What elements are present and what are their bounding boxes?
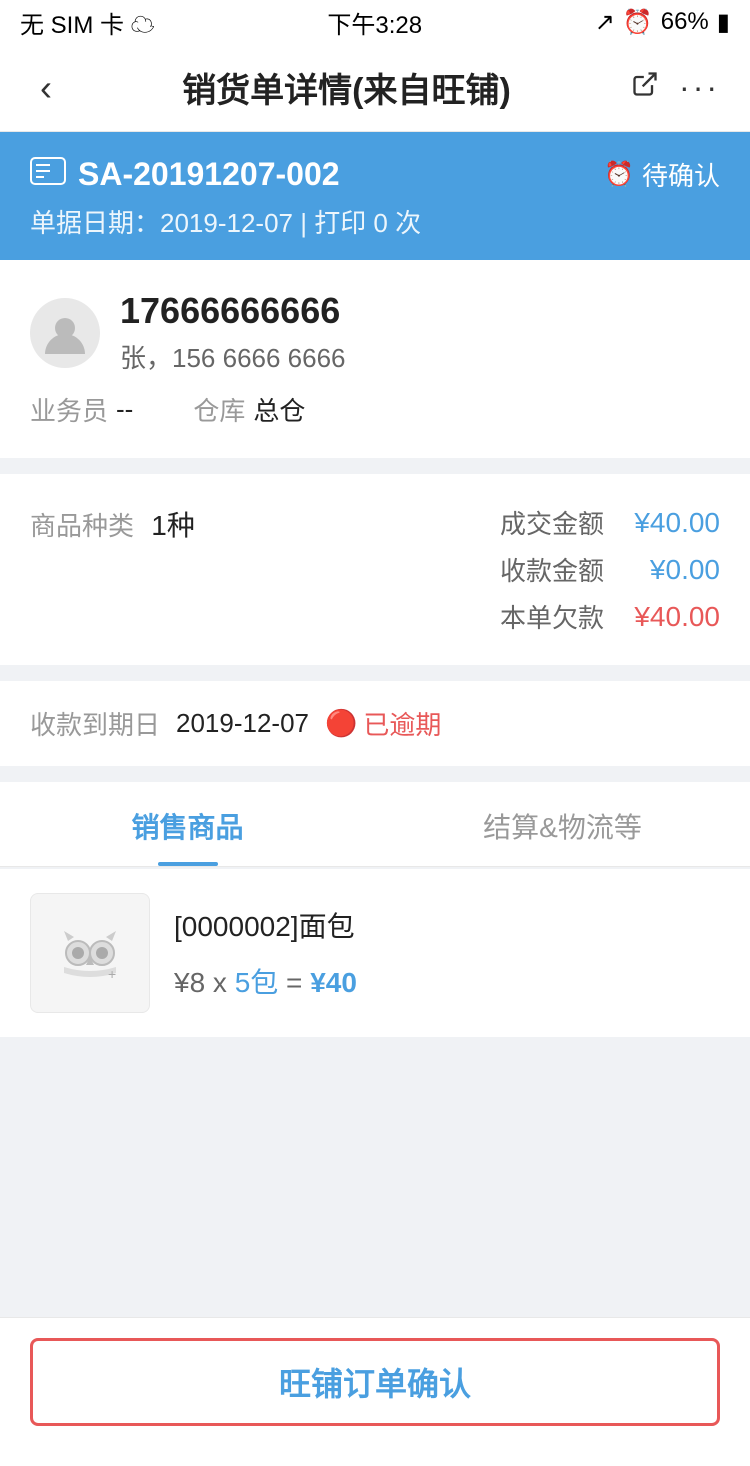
battery-status: 66% <box>661 8 709 36</box>
tab-products[interactable]: 销售商品 <box>0 782 375 866</box>
debt-amount-value: ¥40.00 <box>620 601 720 633</box>
transaction-amount-row: 成交金额 ¥40.00 <box>500 504 720 541</box>
summary-card: 商品种类 1种 成交金额 ¥40.00 收款金额 ¥0.00 本单欠款 ¥40.… <box>0 474 750 665</box>
status-left: 无 SIM 卡 ☁ <box>20 5 155 40</box>
customer-top: 17666666666 张，156 6666 6666 <box>30 290 720 375</box>
order-header: SA-20191207-002 ⏰ 待确认 单据日期：2019-12-07 | … <box>0 132 750 260</box>
page-title: 销货单详情(来自旺铺) <box>62 63 631 112</box>
warehouse-field: 仓库 总仓 <box>193 391 305 428</box>
collection-amount-value: ¥0.00 <box>620 554 720 586</box>
product-types-label: 商品种类 <box>30 511 134 541</box>
bottom-action: 旺铺订单确认 <box>0 1317 750 1466</box>
debt-amount-row: 本单欠款 ¥40.00 <box>500 598 720 635</box>
equals-sign: = <box>278 967 310 998</box>
alarm-icon: ⏰ <box>623 8 653 37</box>
warehouse-value: 总仓 <box>253 391 305 428</box>
product-total: ¥40 <box>310 967 357 998</box>
product-info: [0000002]面包 ¥8 x 5包 = ¥40 <box>174 905 720 1001</box>
order-status: ⏰ 待确认 <box>604 156 720 193</box>
tab-settlement[interactable]: 结算&物流等 <box>375 782 750 866</box>
sim-status: 无 SIM 卡 ☁ <box>20 5 155 40</box>
warehouse-label: 仓库 <box>193 391 245 428</box>
back-button[interactable]: ‹ <box>30 57 62 119</box>
svg-text:+: + <box>108 966 116 982</box>
product-card: + [0000002]面包 ¥8 x 5包 = ¥40 <box>0 869 750 1037</box>
overdue-badge: 🔴 已逾期 <box>325 705 441 742</box>
customer-phone: 17666666666 <box>120 290 346 332</box>
empty-space <box>0 1037 750 1317</box>
due-date-value: 2019-12-07 <box>176 708 309 739</box>
order-id: SA-20191207-002 <box>30 156 340 193</box>
avatar <box>30 298 100 368</box>
collection-amount-label: 收款金额 <box>500 551 604 588</box>
clock-icon: ⏰ <box>604 160 634 189</box>
confirm-order-button[interactable]: 旺铺订单确认 <box>30 1338 720 1426</box>
product-qty: 5包 <box>235 967 279 998</box>
overdue-text: 已逾期 <box>363 705 441 742</box>
order-icon <box>30 156 66 193</box>
customer-card: 17666666666 张，156 6666 6666 业务员 -- 仓库 总仓 <box>0 260 750 458</box>
nav-bar: ‹ 销货单详情(来自旺铺) ··· <box>0 44 750 132</box>
collection-amount-row: 收款金额 ¥0.00 <box>500 551 720 588</box>
due-date-label: 收款到期日 <box>30 705 160 742</box>
status-right: ↗ ⏰ 66% ▮ <box>595 8 730 37</box>
amounts: 成交金额 ¥40.00 收款金额 ¥0.00 本单欠款 ¥40.00 <box>500 504 720 635</box>
more-button[interactable]: ··· <box>679 69 720 106</box>
product-name: [0000002]面包 <box>174 905 720 945</box>
warning-icon: 🔴 <box>325 708 357 739</box>
nav-actions: ··· <box>631 69 720 106</box>
salesperson-label: 业务员 <box>30 391 108 428</box>
content-area: SA-20191207-002 ⏰ 待确认 单据日期：2019-12-07 | … <box>0 132 750 1317</box>
tabs-container: 销售商品 结算&物流等 <box>0 782 750 867</box>
product-price: ¥8 x 5包 = ¥40 <box>174 961 720 1001</box>
customer-name: 张，156 6666 6666 <box>120 338 346 375</box>
share-button[interactable] <box>631 69 659 106</box>
product-thumbnail: + <box>30 893 150 1013</box>
customer-info: 17666666666 张，156 6666 6666 <box>120 290 346 375</box>
product-types-value: 1种 <box>151 510 195 541</box>
unit-price: ¥8 x <box>174 967 235 998</box>
transaction-amount-value: ¥40.00 <box>620 507 720 539</box>
location-icon: ↗ <box>595 8 615 37</box>
battery-icon: ▮ <box>717 8 730 37</box>
status-time: 下午3:28 <box>327 5 422 40</box>
transaction-amount-label: 成交金额 <box>500 504 604 541</box>
status-bar: 无 SIM 卡 ☁ 下午3:28 ↗ ⏰ 66% ▮ <box>0 0 750 44</box>
salesperson-field: 业务员 -- <box>30 391 133 428</box>
product-types-info: 商品种类 1种 <box>30 504 195 544</box>
due-date-card: 收款到期日 2019-12-07 🔴 已逾期 <box>0 681 750 766</box>
order-date: 单据日期：2019-12-07 | 打印 0 次 <box>30 203 720 240</box>
debt-amount-label: 本单欠款 <box>500 598 604 635</box>
salesperson-value: -- <box>116 394 133 425</box>
customer-meta: 业务员 -- 仓库 总仓 <box>30 391 720 428</box>
